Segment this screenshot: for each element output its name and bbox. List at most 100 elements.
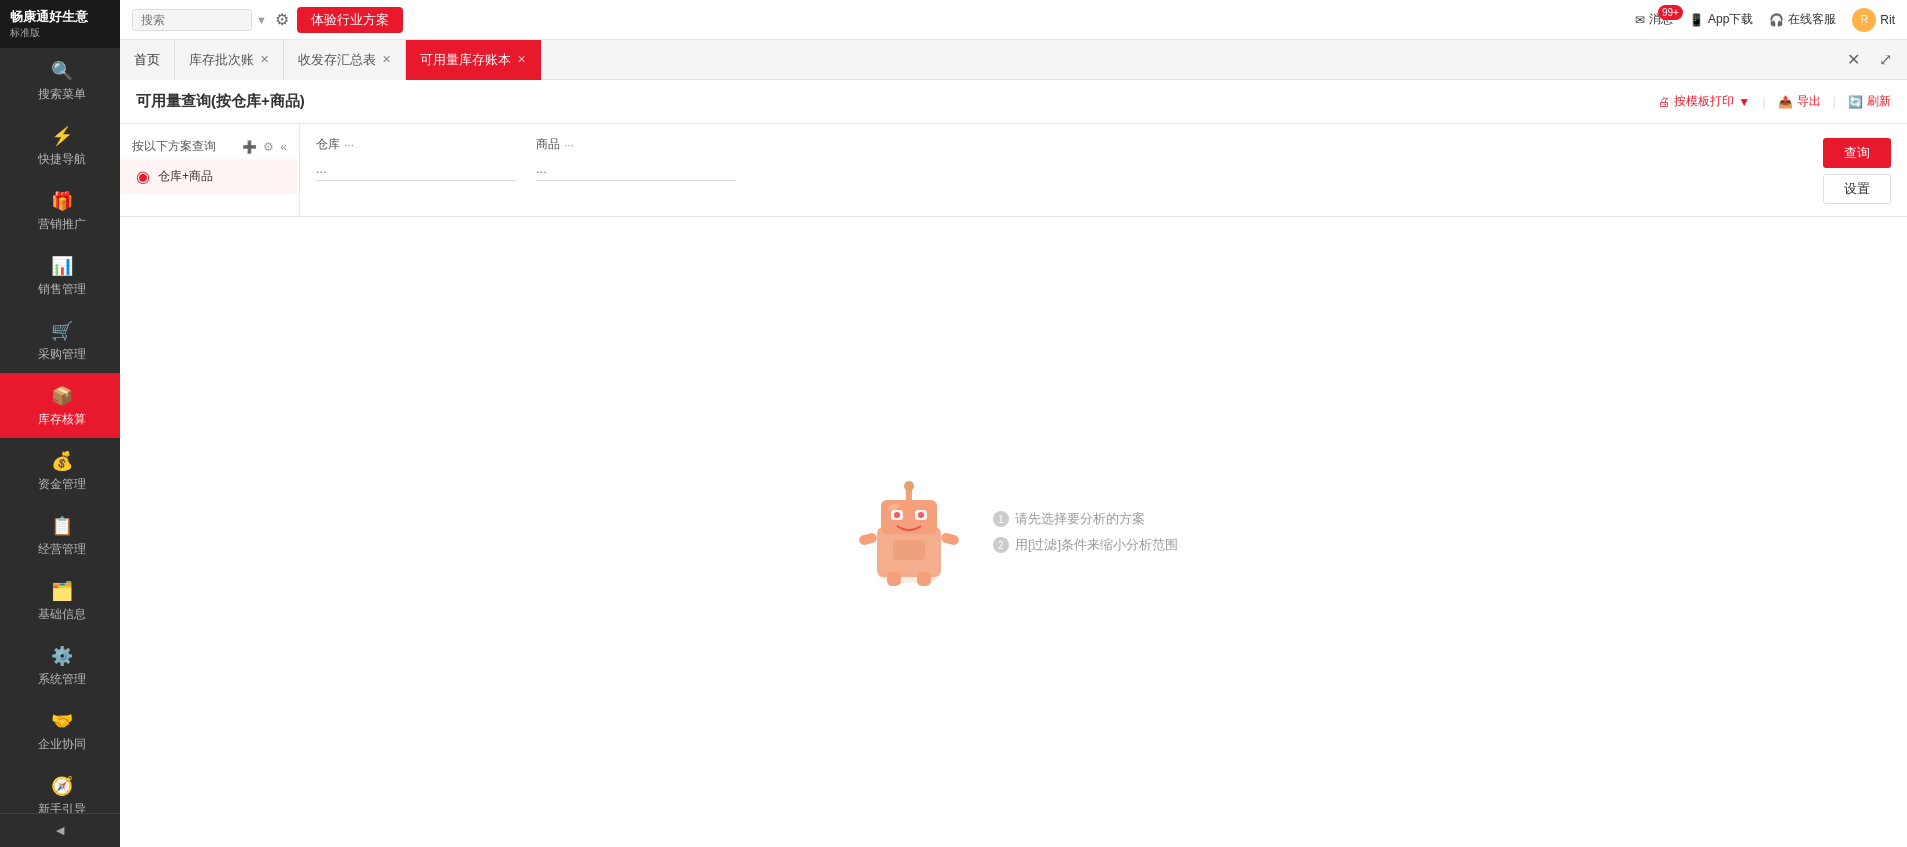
- sidebar-item-basic[interactable]: 🗂️ 基础信息: [0, 568, 120, 633]
- headset-icon: 🎧: [1769, 13, 1784, 27]
- more-icon[interactable]: ···: [564, 138, 574, 152]
- sidebar-item-system[interactable]: ⚙️ 系统管理: [0, 633, 120, 698]
- filter-sidebar-icons: ➕ ⚙ «: [242, 140, 287, 154]
- tab-home[interactable]: 首页: [120, 40, 175, 80]
- refresh-label: 刷新: [1867, 93, 1891, 110]
- topbar-right: ✉ 消息 99+ 📱 App下载 🎧 在线客服 R Rit: [1635, 8, 1895, 32]
- tab-close-icon[interactable]: ✕: [260, 53, 269, 66]
- svg-rect-12: [917, 572, 931, 586]
- sidebar-item-label: 企业协同: [38, 736, 86, 753]
- filter-schema-item[interactable]: ◉ 仓库+商品: [120, 159, 299, 194]
- sales-icon: 📊: [51, 255, 73, 277]
- trial-button[interactable]: 体验行业方案: [297, 7, 403, 33]
- search-input[interactable]: [132, 9, 252, 31]
- sidebar-item-finance[interactable]: 💰 资金管理: [0, 438, 120, 503]
- sidebar-item-purchase[interactable]: 🛒 采购管理: [0, 308, 120, 373]
- sidebar-item-label: 销售管理: [38, 281, 86, 298]
- refresh-icon: 🔄: [1848, 95, 1863, 109]
- sidebar-item-marketing[interactable]: 🎁 营销推广: [0, 178, 120, 243]
- print-button[interactable]: 🖨 按模板打印 ▼: [1658, 93, 1750, 110]
- tab-close-icon[interactable]: ✕: [517, 53, 526, 66]
- collapse-icon: ◀: [56, 824, 64, 837]
- purchase-icon: 🛒: [51, 320, 73, 342]
- operation-icon: 📋: [51, 515, 73, 537]
- app-download-label: App下载: [1708, 11, 1753, 28]
- svg-rect-2: [881, 500, 937, 534]
- more-icon[interactable]: ···: [344, 138, 354, 152]
- messages-button[interactable]: ✉ 消息 99+: [1635, 11, 1673, 28]
- svg-rect-10: [940, 532, 960, 546]
- schema-icon: ◉: [136, 167, 150, 186]
- sidebar-bottom[interactable]: ◀: [0, 813, 120, 847]
- tab-available-stock[interactable]: 可用量库存账本 ✕: [406, 40, 541, 80]
- warehouse-label-text: 仓库: [316, 136, 340, 153]
- collapse-left-icon[interactable]: «: [280, 140, 287, 154]
- sidebar-item-newbie[interactable]: 🧭 新手引导: [0, 763, 120, 813]
- shortcut-icon: ⚡: [51, 125, 73, 147]
- sidebar-item-label: 库存核算: [38, 411, 86, 428]
- warehouse-field: 仓库 ···: [316, 136, 516, 181]
- empty-tip-2: 2 用[过滤]条件来缩小分析范围: [993, 536, 1178, 554]
- tab-batch-account[interactable]: 库存批次账 ✕: [175, 40, 284, 80]
- sidebar-item-sales[interactable]: 📊 销售管理: [0, 243, 120, 308]
- sidebar-item-label: 搜索菜单: [38, 86, 86, 103]
- sidebar-item-label: 快捷导航: [38, 151, 86, 168]
- sidebar-item-label: 采购管理: [38, 346, 86, 363]
- search-icon: 🔍: [51, 60, 73, 82]
- query-button[interactable]: 查询: [1823, 138, 1891, 168]
- schema-label: 仓库+商品: [158, 168, 213, 185]
- online-service-label: 在线客服: [1788, 11, 1836, 28]
- tab-collect-summary[interactable]: 收发存汇总表 ✕: [284, 40, 406, 80]
- chevron-down-icon: ▼: [1738, 95, 1750, 109]
- app-download-button[interactable]: 📱 App下载: [1689, 11, 1753, 28]
- user-menu[interactable]: R Rit: [1852, 8, 1895, 32]
- sidebar: 畅康通好生意 标准版 🔍 搜索菜单 ⚡ 快捷导航 🎁 营销推广 📊 销售管理 🛒…: [0, 0, 120, 847]
- filter-sidebar-title: 按以下方案查询: [132, 138, 216, 155]
- export-label: 导出: [1797, 93, 1821, 110]
- tabbar: 首页 库存批次账 ✕ 收发存汇总表 ✕ 可用量库存账本 ✕ ✕ ⤢: [120, 40, 1907, 80]
- sidebar-item-label: 新手引导: [38, 801, 86, 813]
- tip-text: 用[过滤]条件来缩小分析范围: [1015, 536, 1178, 554]
- settings-icon[interactable]: ⚙: [263, 140, 274, 154]
- online-service-button[interactable]: 🎧 在线客服: [1769, 11, 1836, 28]
- goods-input[interactable]: [536, 157, 736, 181]
- sidebar-item-enterprise[interactable]: 🤝 企业协同: [0, 698, 120, 763]
- brand-name: 畅康通好生意: [10, 8, 110, 26]
- tab-collect-summary-label: 收发存汇总表: [298, 51, 376, 69]
- sidebar-item-inventory[interactable]: 📦 库存核算: [0, 373, 120, 438]
- settings-button[interactable]: 设置: [1823, 174, 1891, 204]
- empty-tip-1: 1 请先选择要分析的方案: [993, 510, 1178, 528]
- gear-icon[interactable]: ⚙: [275, 10, 289, 29]
- messages-badge: 99+: [1658, 5, 1683, 20]
- sidebar-item-label: 资金管理: [38, 476, 86, 493]
- enterprise-icon: 🤝: [51, 710, 73, 732]
- tab-close-window-button[interactable]: ✕: [1839, 46, 1867, 74]
- page-actions: 🖨 按模板打印 ▼ | 📤 导出 | 🔄 刷新: [1658, 93, 1891, 110]
- tip-number: 2: [993, 537, 1009, 553]
- tip-number: 1: [993, 511, 1009, 527]
- tab-fullscreen-button[interactable]: ⤢: [1871, 46, 1899, 74]
- edition-label: 标准版: [10, 26, 110, 40]
- page-header: 可用量查询(按仓库+商品) 🖨 按模板打印 ▼ | 📤 导出 | 🔄 刷新: [120, 80, 1907, 124]
- empty-text: 1 请先选择要分析的方案 2 用[过滤]条件来缩小分析范围: [993, 510, 1178, 554]
- sidebar-item-shortcut[interactable]: ⚡ 快捷导航: [0, 113, 120, 178]
- tab-home-label: 首页: [134, 51, 160, 69]
- warehouse-input[interactable]: [316, 157, 516, 181]
- warehouse-label: 仓库 ···: [316, 136, 516, 153]
- basic-icon: 🗂️: [51, 580, 73, 602]
- refresh-button[interactable]: 🔄 刷新: [1848, 93, 1891, 110]
- tab-close-icon[interactable]: ✕: [382, 53, 391, 66]
- chevron-down-icon[interactable]: ▼: [256, 14, 267, 26]
- sidebar-item-operation[interactable]: 📋 经营管理: [0, 503, 120, 568]
- tab-batch-account-label: 库存批次账: [189, 51, 254, 69]
- tab-actions: ✕ ⤢: [1839, 46, 1907, 74]
- svg-point-6: [918, 512, 924, 518]
- print-icon: 🖨: [1658, 95, 1670, 109]
- empty-state: 1 请先选择要分析的方案 2 用[过滤]条件来缩小分析范围: [120, 217, 1907, 847]
- svg-point-5: [894, 512, 900, 518]
- sidebar-item-search[interactable]: 🔍 搜索菜单: [0, 48, 120, 113]
- main-content: ▼ ⚙ 体验行业方案 ✉ 消息 99+ 📱 App下载 🎧 在线客服 R Rit: [120, 0, 1907, 847]
- export-button[interactable]: 📤 导出: [1778, 93, 1821, 110]
- add-icon[interactable]: ➕: [242, 140, 257, 154]
- svg-rect-13: [893, 540, 925, 560]
